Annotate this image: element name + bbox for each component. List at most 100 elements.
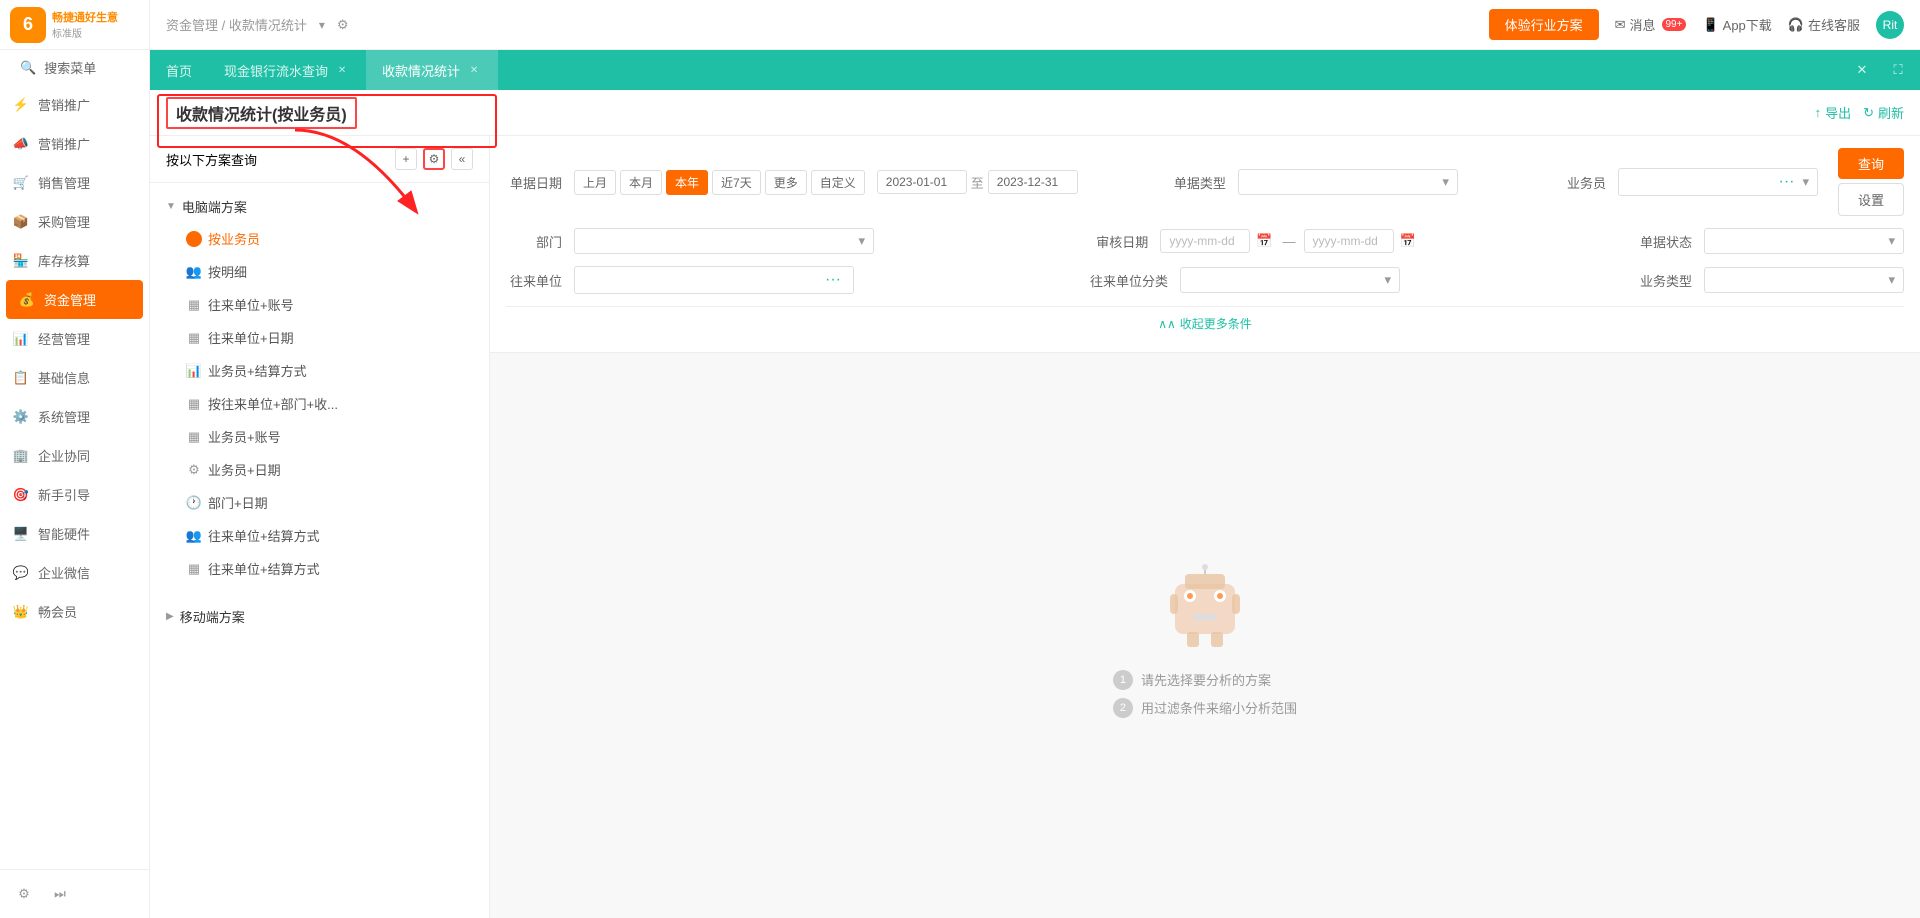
gear-icon[interactable]: ⚙ bbox=[337, 17, 349, 33]
search-menu-item[interactable]: 🔍 搜索菜单 bbox=[0, 50, 149, 85]
sidebar-item-inventory[interactable]: 🏪 库存核算 bbox=[0, 241, 149, 280]
trial-button[interactable]: 体验行业方案 bbox=[1489, 9, 1599, 40]
counterparty-more-btn[interactable]: ··· bbox=[825, 271, 841, 289]
sidebar-item-sales[interactable]: 🛒 销售管理 bbox=[0, 163, 149, 202]
date-from-input[interactable]: 2023-01-01 bbox=[877, 170, 967, 194]
calendar-from-icon[interactable]: 📅 bbox=[1256, 233, 1272, 249]
tree-item-dept-date[interactable]: 🕐 部门+日期 bbox=[150, 486, 489, 519]
dept-label: 部门 bbox=[506, 232, 562, 251]
scheme-settings-btn[interactable]: ⚙ bbox=[423, 148, 445, 170]
calendar-to-icon[interactable]: 📅 bbox=[1400, 233, 1416, 249]
date-btn-this-year[interactable]: 本年 bbox=[666, 170, 708, 195]
filter-row-1: 单据日期 上月 本月 本年 近7天 bbox=[506, 148, 1904, 216]
tree-item-unit-account[interactable]: ▦ 往来单位+账号 bbox=[150, 288, 489, 321]
message-btn[interactable]: ✉ 消息 99+ bbox=[1615, 15, 1687, 34]
export-button[interactable]: ↑ 导出 bbox=[1815, 103, 1852, 122]
sidebar-settings-btn[interactable]: ⚙ bbox=[10, 880, 38, 908]
date-label: 单据日期 bbox=[506, 173, 562, 192]
sidebar-collapse-btn[interactable]: ⏭ bbox=[46, 880, 74, 908]
people-icon: 👥 bbox=[186, 264, 202, 280]
sidebar-item-operation[interactable]: 📊 经营管理 bbox=[0, 319, 149, 358]
chevron-down-icon: ▼ bbox=[166, 201, 176, 212]
app-logo-icon: 6 bbox=[10, 7, 46, 43]
main-area: 资金管理 / 收款情况统计 ▾ ⚙ 体验行业方案 ✉ 消息 99+ 📱 App下… bbox=[150, 0, 1920, 918]
tab-receipt[interactable]: 收款情况统计 ✕ bbox=[366, 50, 498, 90]
date-btn-this-month[interactable]: 本月 bbox=[620, 170, 662, 195]
tree-item-by-salesperson[interactable]: 按业务员 bbox=[150, 222, 489, 255]
tab-home[interactable]: 首页 bbox=[150, 50, 208, 90]
tab-bank[interactable]: 现金银行流水查询 ✕ bbox=[208, 50, 366, 90]
chevron-down-icon: ▾ bbox=[858, 233, 865, 249]
date-btn-custom[interactable]: 自定义 bbox=[811, 170, 865, 195]
tree-item-by-detail[interactable]: 👥 按明细 bbox=[150, 255, 489, 288]
tree-item-unit-settle1[interactable]: 👥 往来单位+结算方式 bbox=[150, 519, 489, 552]
salesperson-label: 业务员 bbox=[1550, 173, 1606, 192]
biz-type-label: 业务类型 bbox=[1636, 271, 1692, 290]
collapse-filter-btn[interactable]: ∧∧ 收起更多条件 bbox=[506, 306, 1904, 340]
salesperson-select[interactable]: ··· ▾ bbox=[1618, 168, 1818, 196]
tree-parent-desktop[interactable]: ▼ 电脑端方案 bbox=[150, 191, 489, 222]
sidebar-item-wechat[interactable]: 💬 企业微信 bbox=[0, 553, 149, 592]
counterparty-select[interactable]: ··· bbox=[574, 266, 854, 294]
chevron-right-icon: ▶ bbox=[166, 611, 174, 622]
people2-icon: 👥 bbox=[186, 528, 202, 544]
tree-item-salesperson-settle[interactable]: 📊 业务员+结算方式 bbox=[150, 354, 489, 387]
left-panel-title: 按以下方案查询 bbox=[166, 150, 257, 169]
tree-item-salesperson-date[interactable]: ⚙ 业务员+日期 bbox=[150, 453, 489, 486]
dept-select[interactable]: ▾ bbox=[574, 228, 874, 254]
tree-section-desktop: ▼ 电脑端方案 按业务员 👥 按明细 ▦ 往来单位+账号 ▦ 往 bbox=[150, 183, 489, 593]
collapse-panel-btn[interactable]: « bbox=[451, 148, 473, 170]
tree-item-unit-settle2[interactable]: ▦ 往来单位+结算方式 bbox=[150, 552, 489, 585]
chevron-down-icon: ▾ bbox=[1384, 272, 1391, 288]
tab-close-receipt[interactable]: ✕ bbox=[466, 62, 482, 78]
app-download-btn[interactable]: 📱 App下载 bbox=[1702, 15, 1771, 34]
gear2-icon: ⚙ bbox=[186, 462, 202, 478]
table-icon: ▦ bbox=[186, 297, 202, 313]
more-options-btn[interactable]: ··· bbox=[1778, 173, 1794, 191]
date-to-input[interactable]: 2023-12-31 bbox=[988, 170, 1078, 194]
tree-parent-mobile[interactable]: ▶ 移动端方案 bbox=[150, 601, 489, 632]
tab-expand-btn[interactable]: ⛶ bbox=[1884, 56, 1912, 84]
chevron-down-icon: ▾ bbox=[1888, 272, 1895, 288]
date-btn-last-month[interactable]: 上月 bbox=[574, 170, 616, 195]
query-button[interactable]: 查询 bbox=[1838, 148, 1904, 179]
sidebar-item-guide[interactable]: 🎯 新手引导 bbox=[0, 475, 149, 514]
tab-close-all-btn[interactable]: ✕ bbox=[1848, 56, 1876, 84]
sidebar-item-member[interactable]: 👑 畅会员 bbox=[0, 592, 149, 631]
date-group: 上月 本月 本年 近7天 更多 bbox=[574, 170, 865, 195]
sidebar-item-capital[interactable]: 💰 资金管理 bbox=[6, 280, 143, 319]
settings-button[interactable]: 设置 bbox=[1838, 183, 1904, 216]
table5-icon: ▦ bbox=[186, 561, 202, 577]
tree-item-unit-date[interactable]: ▦ 往来单位+日期 bbox=[150, 321, 489, 354]
date-range-inputs: 2023-01-01 至 2023-12-31 bbox=[877, 170, 1078, 194]
review-date-group: yyyy-mm-dd 📅 — yyyy-mm-dd 📅 bbox=[1160, 229, 1417, 253]
sidebar-item-quick-nav[interactable]: ⚡ 营销推广 bbox=[0, 85, 149, 124]
chevron-up-icon: ∧∧ bbox=[1158, 317, 1176, 331]
sidebar-item-enterprise[interactable]: 🏢 企业协同 bbox=[0, 436, 149, 475]
biz-type-select[interactable]: ▾ bbox=[1704, 267, 1904, 293]
empty-tips: 1 请先选择要分析的方案 2 用过滤条件来缩小分析范围 bbox=[1113, 670, 1297, 718]
sidebar-item-hardware[interactable]: 🖥️ 智能硬件 bbox=[0, 514, 149, 553]
review-date-to[interactable]: yyyy-mm-dd bbox=[1304, 229, 1394, 253]
review-date-from[interactable]: yyyy-mm-dd bbox=[1160, 229, 1250, 253]
sidebar-item-marketing[interactable]: 📣 营销推广 bbox=[0, 124, 149, 163]
doc-status-select[interactable]: ▾ bbox=[1704, 228, 1904, 254]
online-service-btn[interactable]: 🎧 在线客服 bbox=[1788, 15, 1860, 34]
refresh-button[interactable]: ↻ 刷新 bbox=[1863, 103, 1904, 122]
date-btn-7days[interactable]: 近7天 bbox=[712, 170, 761, 195]
user-avatar[interactable]: Rit bbox=[1876, 11, 1904, 39]
tree-item-salesperson-account[interactable]: ▦ 业务员+账号 bbox=[150, 420, 489, 453]
counterparty-category-select[interactable]: ▾ bbox=[1180, 267, 1400, 293]
page-header-actions: ↑ 导出 ↻ 刷新 bbox=[1815, 103, 1904, 122]
sidebar-item-basic[interactable]: 📋 基础信息 bbox=[0, 358, 149, 397]
tree-item-unit-dept[interactable]: ▦ 按往来单位+部门+收... bbox=[150, 387, 489, 420]
bar-icon: 📊 bbox=[186, 363, 202, 379]
doc-type-select[interactable]: ▾ bbox=[1238, 169, 1458, 195]
filter-row-3: 往来单位 ··· 往来单位分类 ▾ 业务类型 ▾ bbox=[506, 266, 1904, 294]
sidebar-item-purchase[interactable]: 📦 采购管理 bbox=[0, 202, 149, 241]
add-scheme-btn[interactable]: + bbox=[395, 148, 417, 170]
tab-close-bank[interactable]: ✕ bbox=[334, 62, 350, 78]
tab-bar: 首页 现金银行流水查询 ✕ 收款情况统计 ✕ ✕ ⛶ bbox=[150, 50, 1920, 90]
date-btn-more[interactable]: 更多 bbox=[765, 170, 807, 195]
sidebar-item-system[interactable]: ⚙️ 系统管理 bbox=[0, 397, 149, 436]
